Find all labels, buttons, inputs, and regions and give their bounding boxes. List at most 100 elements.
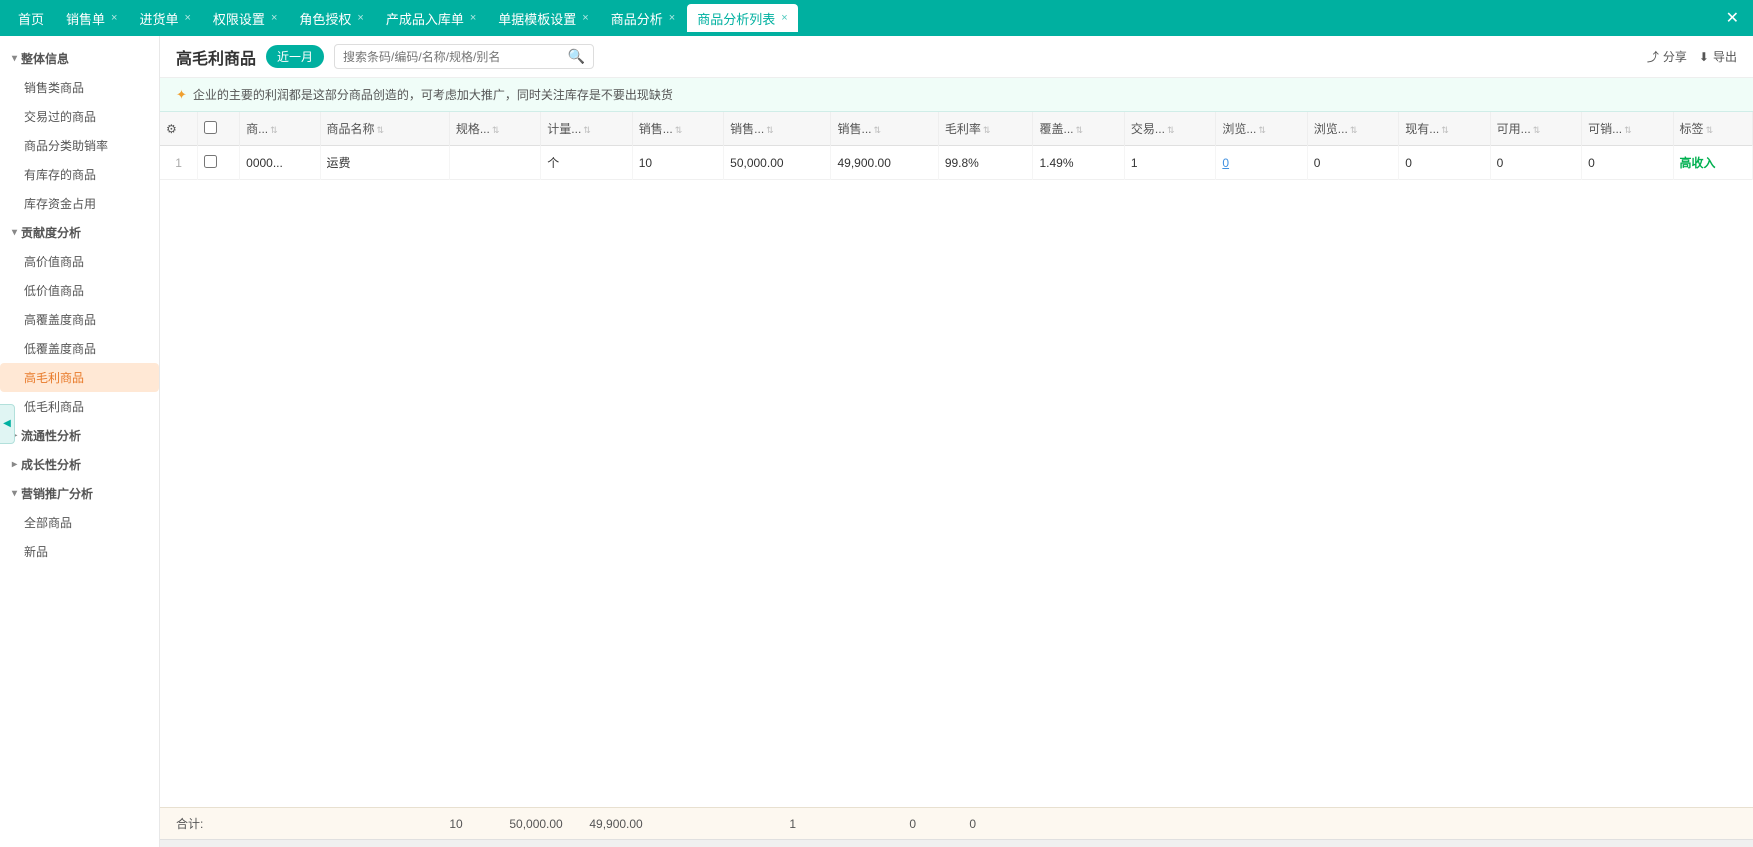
nav-tab-角色授权[interactable]: 角色授权×	[289, 4, 373, 32]
arrow-icon: ▾	[12, 227, 17, 238]
sales-amount: 50,000.00	[724, 146, 831, 180]
browse1-link[interactable]: 0	[1222, 156, 1229, 170]
product-tag: 高收入	[1673, 146, 1752, 180]
sidebar-group-流通性分析[interactable]: ▸流通性分析	[0, 421, 159, 450]
sidebar-item-有库存的商品[interactable]: 有库存的商品	[0, 160, 159, 189]
col-header-browse1[interactable]: 浏览...⇅	[1216, 112, 1307, 146]
sidebar-group-贡献度分析[interactable]: ▾贡献度分析	[0, 218, 159, 247]
current-stock: 0	[1399, 146, 1490, 180]
close-tab-icon[interactable]: ×	[271, 12, 277, 24]
table-row: 10000...运费个1050,000.0049,900.0099.8%1.49…	[160, 146, 1753, 180]
footer-trade: 1	[783, 817, 843, 831]
col-header-gross_margin[interactable]: 毛利率⇅	[938, 112, 1033, 146]
page-title: 高毛利商品	[176, 45, 256, 69]
col-header-sales_qty[interactable]: 销售...⇅	[632, 112, 723, 146]
filter-recent-month[interactable]: 近一月	[266, 45, 324, 68]
header-actions: ⤴ 分享 ⬇ 导出	[1647, 48, 1737, 65]
nav-tab-进货单[interactable]: 进货单×	[129, 4, 200, 32]
nav-tab-销售单[interactable]: 销售单×	[56, 4, 127, 32]
browse1: 0	[1216, 146, 1307, 180]
content-header: 高毛利商品 近一月 🔍 ⤴ 分享 ⬇ 导出	[160, 36, 1753, 78]
col-header-unit[interactable]: 计量...⇅	[541, 112, 632, 146]
data-table-container[interactable]: ⚙商...⇅商品名称⇅规格...⇅计量...⇅销售...⇅销售...⇅销售...…	[160, 112, 1753, 807]
row-select-checkbox[interactable]	[204, 155, 217, 168]
search-icon[interactable]: 🔍	[568, 48, 585, 65]
sidebar-group-成长性分析[interactable]: ▸成长性分析	[0, 450, 159, 479]
nav-tab-权限设置[interactable]: 权限设置×	[203, 4, 287, 32]
export-icon: ⬇	[1699, 50, 1709, 64]
close-tab-icon[interactable]: ×	[470, 12, 476, 24]
arrow-icon: ▾	[12, 488, 17, 499]
row-checkbox	[198, 146, 240, 180]
sidebar-group-营销推广分析[interactable]: ▾营销推广分析	[0, 479, 159, 508]
sidebar-collapse-button[interactable]: ◀	[0, 404, 15, 444]
col-header-sellable_stock[interactable]: 可销...⇅	[1582, 112, 1673, 146]
close-tab-icon[interactable]: ×	[357, 12, 363, 24]
col-header-code[interactable]: 商...⇅	[240, 112, 320, 146]
sidebar: ▾整体信息销售类商品交易过的商品商品分类助销率有库存的商品库存资金占用▾贡献度分…	[0, 36, 160, 847]
footer-sales-amount: 50,000.00	[503, 817, 583, 831]
footer-sales-profit: 49,900.00	[583, 817, 663, 831]
bottom-scrollbar[interactable]	[160, 839, 1753, 847]
col-header-tag[interactable]: 标签⇅	[1673, 112, 1752, 146]
close-tab-icon[interactable]: ×	[781, 12, 787, 24]
sidebar-item-低毛利商品[interactable]: 低毛利商品	[0, 392, 159, 421]
nav-tab-首页[interactable]: 首页	[8, 4, 54, 32]
col-header-available_stock[interactable]: 可用...⇅	[1490, 112, 1581, 146]
col-header-browse2[interactable]: 浏览...⇅	[1307, 112, 1398, 146]
arrow-icon: ▸	[12, 459, 17, 470]
search-bar: 🔍	[334, 44, 594, 69]
col-header-spec[interactable]: 规格...⇅	[449, 112, 540, 146]
sidebar-item-商品分类助销率[interactable]: 商品分类助销率	[0, 131, 159, 160]
sidebar-item-交易过的商品[interactable]: 交易过的商品	[0, 102, 159, 131]
sidebar-item-全部商品[interactable]: 全部商品	[0, 508, 159, 537]
sidebar-item-新品[interactable]: 新品	[0, 537, 159, 566]
col-header-trade[interactable]: 交易...⇅	[1124, 112, 1215, 146]
row-number: 1	[160, 146, 198, 180]
nav-tab-产成品入库单[interactable]: 产成品入库单×	[376, 4, 486, 32]
col-header-settings[interactable]: ⚙	[160, 112, 198, 146]
export-button[interactable]: ⬇ 导出	[1699, 48, 1737, 65]
sidebar-item-高价值商品[interactable]: 高价值商品	[0, 247, 159, 276]
trade: 1	[1124, 146, 1215, 180]
select-all-checkbox[interactable]	[204, 121, 217, 134]
nav-tab-单据模板设置[interactable]: 单据模板设置×	[488, 4, 598, 32]
product-code: 0000...	[240, 146, 320, 180]
arrow-icon: ▾	[12, 53, 17, 64]
available-stock: 0	[1490, 146, 1581, 180]
product-name: 运费	[320, 146, 449, 180]
col-header-sales_amount[interactable]: 销售...⇅	[724, 112, 831, 146]
sidebar-item-库存资金占用[interactable]: 库存资金占用	[0, 189, 159, 218]
close-tab-icon[interactable]: ×	[184, 12, 190, 24]
sidebar-group-整体信息[interactable]: ▾整体信息	[0, 44, 159, 73]
col-header-current_stock[interactable]: 现有...⇅	[1399, 112, 1490, 146]
product-unit: 个	[541, 146, 632, 180]
sidebar-item-销售类商品[interactable]: 销售类商品	[0, 73, 159, 102]
close-tab-icon[interactable]: ×	[669, 12, 675, 24]
sidebar-item-高覆盖度商品[interactable]: 高覆盖度商品	[0, 305, 159, 334]
close-tab-icon[interactable]: ×	[582, 12, 588, 24]
col-header-name[interactable]: 商品名称⇅	[320, 112, 449, 146]
sidebar-item-低价值商品[interactable]: 低价值商品	[0, 276, 159, 305]
col-header-checkbox[interactable]	[198, 112, 240, 146]
share-button[interactable]: ⤴ 分享	[1647, 48, 1687, 65]
nav-tab-商品分析[interactable]: 商品分析×	[601, 4, 685, 32]
top-navigation: 首页销售单×进货单×权限设置×角色授权×产成品入库单×单据模板设置×商品分析×商…	[0, 0, 1753, 36]
col-header-coverage[interactable]: 覆盖...⇅	[1033, 112, 1124, 146]
close-tab-icon[interactable]: ×	[111, 12, 117, 24]
sidebar-item-高毛利商品[interactable]: 高毛利商品	[0, 363, 159, 392]
sellable-stock: 0	[1582, 146, 1673, 180]
search-input[interactable]	[343, 50, 564, 64]
footer-browse2: 0	[903, 817, 963, 831]
sales-profit: 49,900.00	[831, 146, 938, 180]
footer-sales-qty: 10	[443, 817, 503, 831]
info-icon: ✦	[176, 87, 187, 103]
col-header-sales_profit[interactable]: 销售...⇅	[831, 112, 938, 146]
nav-tab-商品分析列表[interactable]: 商品分析列表×	[687, 4, 797, 32]
browse2: 0	[1307, 146, 1398, 180]
close-window-button[interactable]: ✕	[1720, 8, 1745, 28]
product-spec	[449, 146, 540, 180]
sidebar-item-低覆盖度商品[interactable]: 低覆盖度商品	[0, 334, 159, 363]
coverage: 1.49%	[1033, 146, 1124, 180]
info-banner: ✦ 企业的主要的利润都是这部分商品创造的，可考虑加大推广，同时关注库存是不要出现…	[160, 78, 1753, 112]
